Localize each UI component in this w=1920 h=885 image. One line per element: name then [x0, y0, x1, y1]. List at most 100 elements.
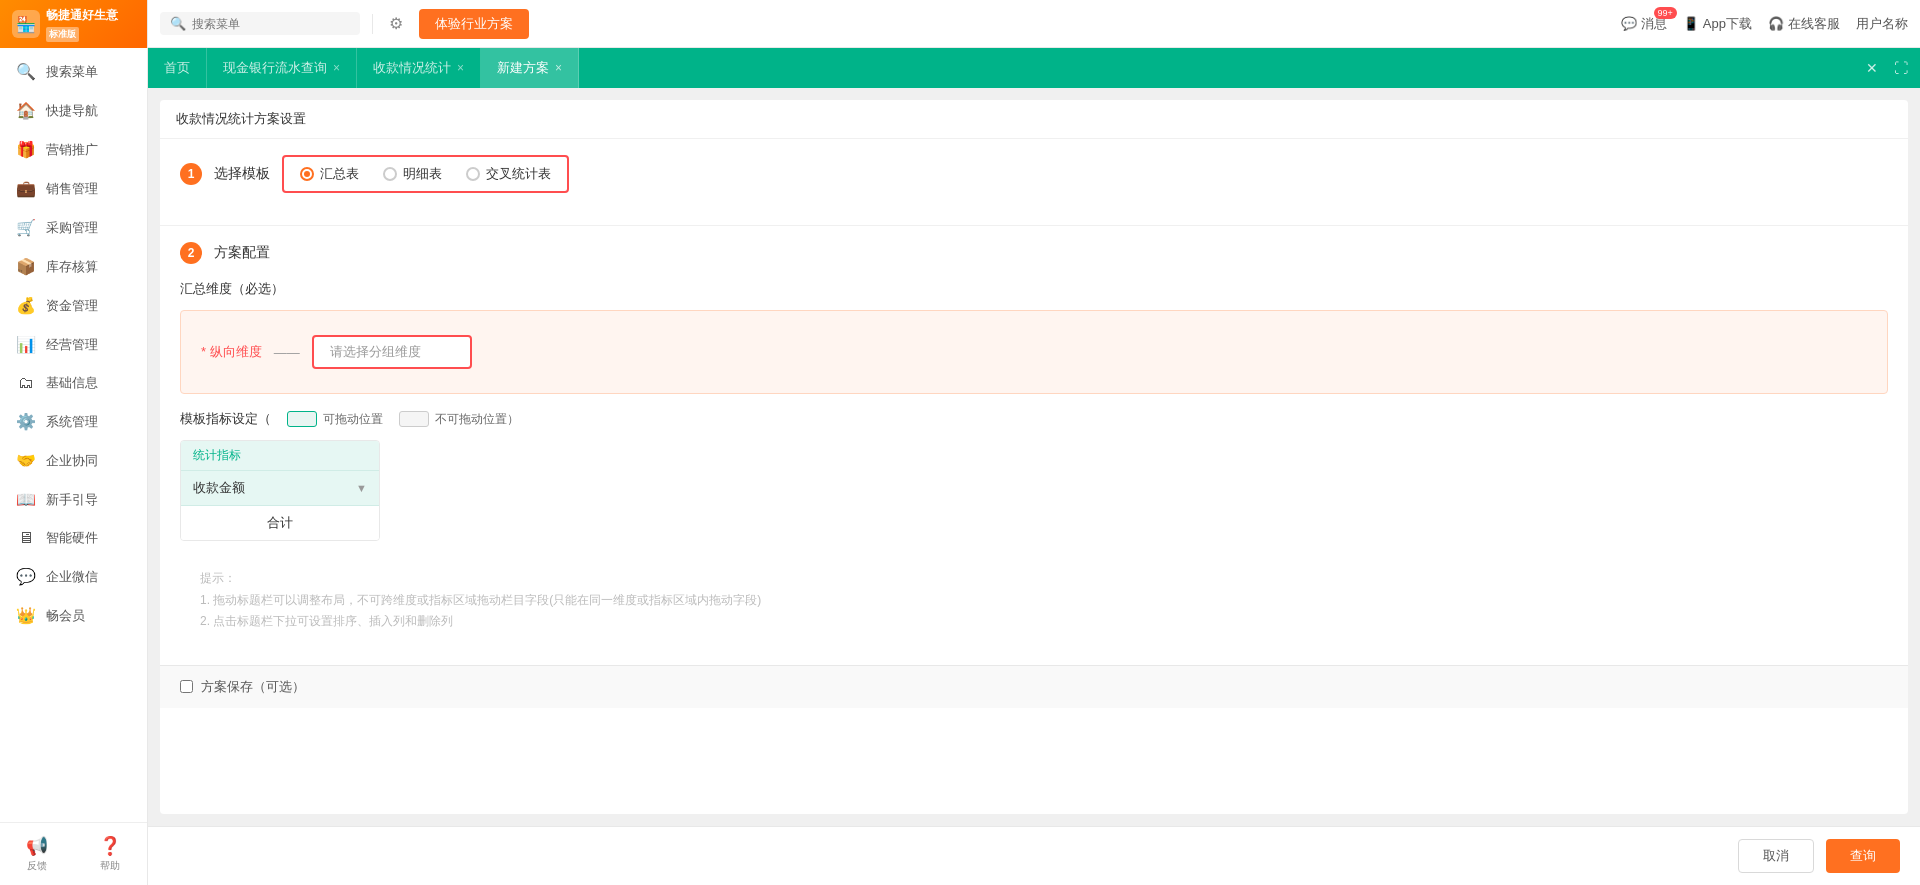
step2-num: 2: [180, 242, 202, 264]
radio-label-cross: 交叉统计表: [486, 165, 551, 183]
sidebar-item-cooperation[interactable]: 🤝 企业协同: [0, 441, 147, 480]
sidebar-item-marketing[interactable]: 🎁 营销推广: [0, 130, 147, 169]
tab-label-new-plan: 新建方案: [497, 59, 549, 77]
sidebar-item-wechat[interactable]: 💬 企业微信: [0, 557, 147, 596]
query-button[interactable]: 查询: [1826, 839, 1900, 873]
sidebar-item-guide[interactable]: 📖 新手引导: [0, 480, 147, 519]
tabbar-spacer: [579, 48, 1854, 88]
sidebar-item-quicknav[interactable]: 🏠 快捷导航: [0, 91, 147, 130]
radio-label-summary: 汇总表: [320, 165, 359, 183]
sidebar-bottom-help[interactable]: ❓帮助: [95, 831, 125, 877]
sidebar-item-basic[interactable]: 🗂 基础信息: [0, 364, 147, 402]
basic-icon: 🗂: [16, 374, 36, 392]
page-header: 收款情况统计方案设置: [160, 100, 1908, 139]
tab-label-receipts: 收款情况统计: [373, 59, 451, 77]
step2-label: 方案配置: [214, 244, 270, 262]
tab-close-receipts[interactable]: ×: [457, 61, 464, 75]
search-icon: 🔍: [16, 62, 36, 81]
main-area: 🔍 ⚙ 体验行业方案 💬 消息 99+ 📱 App下载 🎧 在线客服 用户名称 …: [148, 0, 1920, 885]
sidebar-item-hardware[interactable]: 🖥 智能硬件: [0, 519, 147, 557]
sidebar-item-sales[interactable]: 💼 销售管理: [0, 169, 147, 208]
support-label: 在线客服: [1788, 15, 1840, 33]
sidebar-item-finance[interactable]: 💰 资金管理: [0, 286, 147, 325]
feedback-icon: 📢: [26, 835, 48, 857]
user-name[interactable]: 用户名称: [1856, 15, 1908, 33]
sidebar-item-search[interactable]: 🔍 搜索菜单: [0, 52, 147, 91]
sidebar-item-label-finance: 资金管理: [46, 297, 98, 315]
template-option-cross[interactable]: 交叉统计表: [466, 165, 551, 183]
radio-cross: [466, 167, 480, 181]
sidebar-item-label-system: 系统管理: [46, 413, 98, 431]
radio-detail: [383, 167, 397, 181]
footer-area: 方案保存（可选）: [160, 665, 1908, 708]
sidebar-item-purchase[interactable]: 🛒 采购管理: [0, 208, 147, 247]
download-icon: 📱: [1683, 16, 1699, 31]
sidebar-item-operations[interactable]: 📊 经营管理: [0, 325, 147, 364]
sidebar-item-label-inventory: 库存核算: [46, 258, 98, 276]
metrics-cell-dropdown-icon[interactable]: ▼: [356, 482, 367, 494]
cancel-button[interactable]: 取消: [1738, 839, 1814, 873]
tab-receipts[interactable]: 收款情况统计 ×: [357, 48, 481, 88]
operations-icon: 📊: [16, 335, 36, 354]
radio-summary: [300, 167, 314, 181]
tab-cashflow[interactable]: 现金银行流水查询×: [207, 48, 357, 88]
sidebar-item-label-marketing: 营销推广: [46, 141, 98, 159]
save-plan-label: 方案保存（可选）: [201, 678, 305, 696]
tab-close-new-plan[interactable]: ×: [555, 61, 562, 75]
sidebar-item-label-basic: 基础信息: [46, 374, 98, 392]
guide-icon: 📖: [16, 490, 36, 509]
sidebar-item-label-cooperation: 企业协同: [46, 452, 98, 470]
tab-close-cashflow[interactable]: ×: [333, 61, 340, 75]
tabbar-close-btn[interactable]: ✕: [1862, 56, 1882, 80]
dimension-row-label: * 纵向维度: [201, 343, 262, 361]
search-input[interactable]: [192, 17, 332, 31]
tab-home[interactable]: 首页: [148, 48, 207, 88]
app-name: 畅捷通好生意: [46, 7, 118, 24]
sidebar-item-label-member: 畅会员: [46, 607, 85, 625]
marketing-icon: 🎁: [16, 140, 36, 159]
tips-title: 提示：: [200, 568, 1868, 590]
topbar-search-box[interactable]: 🔍: [160, 12, 360, 35]
step1-num: 1: [180, 163, 202, 185]
trial-btn[interactable]: 体验行业方案: [419, 9, 529, 39]
hint-drag: 可拖动位置: [287, 411, 383, 428]
sidebar-bottom-label-feedback: 反馈: [27, 859, 47, 873]
sidebar-item-member[interactable]: 👑 畅会员: [0, 596, 147, 635]
dimension-area: * 纵向维度 —— 请选择分组维度: [180, 310, 1888, 394]
template-option-detail[interactable]: 明细表: [383, 165, 442, 183]
message-btn[interactable]: 💬 消息 99+: [1621, 15, 1667, 33]
search-icon: 🔍: [170, 16, 186, 31]
save-plan-checkbox[interactable]: [180, 680, 193, 693]
download-btn[interactable]: 📱 App下载: [1683, 15, 1752, 33]
topbar: 🔍 ⚙ 体验行业方案 💬 消息 99+ 📱 App下载 🎧 在线客服 用户名称: [148, 0, 1920, 48]
metrics-hint: 模板指标设定（ 可拖动位置 不可拖动位置）: [180, 410, 1888, 428]
download-label: App下载: [1703, 15, 1752, 33]
dimension-select-btn[interactable]: 请选择分组维度: [312, 335, 472, 369]
logo-icon: 🏪: [12, 10, 40, 38]
sidebar: 🏪 畅捷通好生意 标准版 🔍 搜索菜单 🏠 快捷导航 🎁 营销推广 💼 销售管理…: [0, 0, 148, 885]
support-btn[interactable]: 🎧 在线客服: [1768, 15, 1840, 33]
metrics-cell[interactable]: 收款金额 ▼: [181, 471, 379, 506]
cooperation-icon: 🤝: [16, 451, 36, 470]
message-icon: 💬: [1621, 16, 1637, 31]
hardware-icon: 🖥: [16, 529, 36, 547]
inventory-icon: 📦: [16, 257, 36, 276]
template-options: 汇总表 明细表 交叉统计表: [282, 155, 569, 193]
sidebar-item-system[interactable]: ⚙️ 系统管理: [0, 402, 147, 441]
page-title: 收款情况统计方案设置: [176, 111, 306, 126]
step1-label: 选择模板: [214, 165, 270, 183]
sidebar-bottom-feedback[interactable]: 📢 反馈: [22, 831, 52, 877]
member-icon: 👑: [16, 606, 36, 625]
dimension-row: * 纵向维度 —— 请选择分组维度: [201, 335, 1867, 369]
settings-icon[interactable]: ⚙: [385, 10, 407, 37]
support-icon: 🎧: [1768, 16, 1784, 31]
tabbar-maximize-btn[interactable]: ⛶: [1890, 56, 1912, 80]
template-option-summary[interactable]: 汇总表: [300, 165, 359, 183]
tips-line: 2. 点击标题栏下拉可设置排序、插入列和删除列: [200, 611, 1868, 633]
sidebar-bottom: 📢 反馈 ❓帮助: [0, 822, 147, 885]
tab-new-plan[interactable]: 新建方案 ×: [481, 48, 579, 88]
topbar-actions: 💬 消息 99+ 📱 App下载 🎧 在线客服 用户名称: [1621, 15, 1908, 33]
step2-row: 2 方案配置: [180, 242, 1888, 264]
sidebar-item-inventory[interactable]: 📦 库存核算: [0, 247, 147, 286]
tabbar-controls: ✕ ⛶: [1854, 48, 1920, 88]
